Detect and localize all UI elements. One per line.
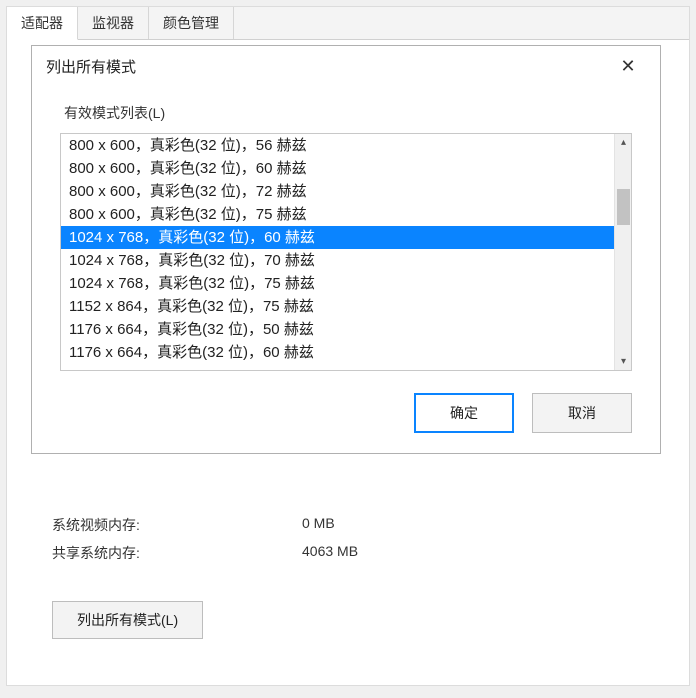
- mode-option[interactable]: 1024 x 768，真彩色(32 位)，70 赫兹: [61, 249, 614, 272]
- mode-option[interactable]: 800 x 600，真彩色(32 位)，56 赫兹: [61, 134, 614, 157]
- mode-option[interactable]: 1152 x 864，真彩色(32 位)，75 赫兹: [61, 295, 614, 318]
- tab-monitor[interactable]: 监视器: [78, 7, 149, 39]
- scroll-track[interactable]: [615, 151, 631, 353]
- sys-video-mem-label: 系统视频内存:: [52, 515, 302, 535]
- scroll-thumb[interactable]: [617, 189, 630, 225]
- adapter-info: 系统视频内存: 0 MB 共享系统内存: 4063 MB 列出所有模式(L): [52, 507, 652, 639]
- mode-option[interactable]: 800 x 600，真彩色(32 位)，75 赫兹: [61, 203, 614, 226]
- mode-option[interactable]: 800 x 600，真彩色(32 位)，72 赫兹: [61, 180, 614, 203]
- modes-listbox[interactable]: 800 x 600，真彩色(32 位)，56 赫兹800 x 600，真彩色(3…: [60, 133, 632, 371]
- tab-color-management[interactable]: 颜色管理: [149, 7, 234, 39]
- sys-video-mem-value: 0 MB: [302, 515, 335, 535]
- modes-list-label: 有效模式列表(L): [64, 103, 632, 123]
- shared-sys-mem-label: 共享系统内存:: [52, 543, 302, 563]
- mode-option[interactable]: 800 x 600，真彩色(32 位)，60 赫兹: [61, 157, 614, 180]
- mode-option[interactable]: 1024 x 768，真彩色(32 位)，60 赫兹: [61, 226, 614, 249]
- tab-strip: 适配器 监视器 颜色管理: [7, 7, 689, 40]
- mode-option[interactable]: 1176 x 664，真彩色(32 位)，50 赫兹: [61, 318, 614, 341]
- mode-option[interactable]: 1176 x 664，真彩色(32 位)，60 赫兹: [61, 341, 614, 364]
- scrollbar[interactable]: ▴ ▾: [614, 134, 631, 370]
- scroll-up-icon[interactable]: ▴: [615, 134, 632, 151]
- mode-option[interactable]: 1024 x 768，真彩色(32 位)，75 赫兹: [61, 272, 614, 295]
- shared-sys-mem-value: 4063 MB: [302, 543, 358, 563]
- dialog-titlebar: 列出所有模式 ✕: [32, 46, 660, 87]
- ok-button[interactable]: 确定: [414, 393, 514, 433]
- close-icon[interactable]: ✕: [610, 56, 646, 77]
- scroll-down-icon[interactable]: ▾: [615, 353, 632, 370]
- properties-panel: 适配器 监视器 颜色管理 系统视频内存: 0 MB 共享系统内存: 4063 M…: [6, 6, 690, 686]
- list-all-modes-button[interactable]: 列出所有模式(L): [52, 601, 203, 639]
- list-all-modes-dialog: 列出所有模式 ✕ 有效模式列表(L) 800 x 600，真彩色(32 位)，5…: [31, 45, 661, 454]
- cancel-button[interactable]: 取消: [532, 393, 632, 433]
- tab-adapter[interactable]: 适配器: [7, 7, 78, 40]
- dialog-title: 列出所有模式: [46, 56, 136, 77]
